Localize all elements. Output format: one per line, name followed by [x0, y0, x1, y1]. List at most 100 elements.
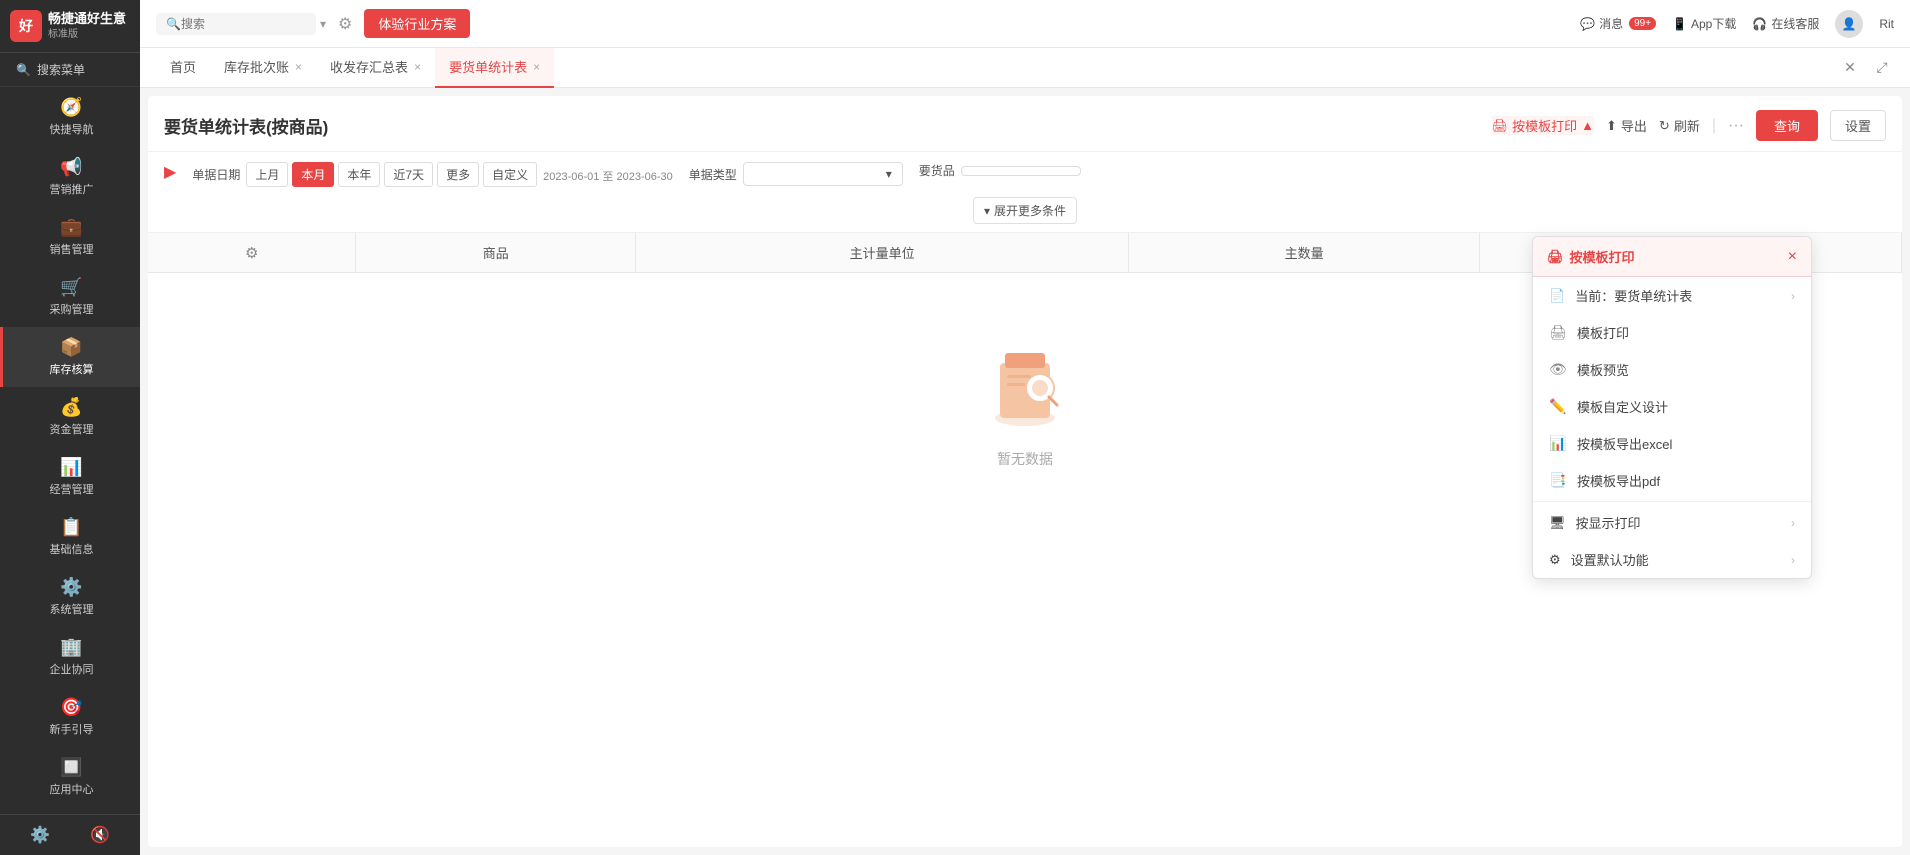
newuser-nav-label: 新手引导	[50, 721, 94, 737]
purchase-nav-label: 采购管理	[50, 301, 94, 317]
date-btn-last7[interactable]: 近7天	[384, 162, 433, 187]
search-icon: 🔍	[166, 17, 181, 31]
set-default-icon: ⚙	[1549, 552, 1561, 568]
demand-goods-filter: 要货品	[919, 162, 1081, 179]
table-settings-icon[interactable]: ⚙	[245, 245, 258, 262]
dropdown-item-current[interactable]: 📄 当前：要货单统计表 ›	[1533, 277, 1811, 314]
print-dropdown-header: 🖨 按模板打印 ×	[1533, 237, 1811, 277]
tab-batch[interactable]: 库存批次账 ×	[210, 48, 316, 88]
dropdown-item-template-design[interactable]: ✏️ 模板自定义设计	[1533, 388, 1811, 425]
settings-bottom-icon[interactable]: ⚙️	[30, 825, 50, 845]
sidebar-search[interactable]: 🔍 搜索菜单	[0, 53, 140, 87]
logo-icon: 好	[10, 10, 42, 42]
app-name: 畅捷通好生意	[48, 11, 126, 28]
app-download-item[interactable]: 📱 App下载	[1672, 15, 1736, 32]
appcenter-nav-label: 应用中心	[50, 781, 94, 797]
print-dropdown-close-btn[interactable]: ×	[1788, 248, 1797, 266]
sales-nav-label: 销售管理	[50, 241, 94, 257]
sidebar-item-basics[interactable]: 📋 基础信息	[0, 507, 140, 567]
query-button[interactable]: 查询	[1756, 110, 1818, 141]
filter-collapse-icon[interactable]: ▶	[164, 162, 176, 182]
quicknav-nav-label: 快捷导航	[50, 121, 94, 137]
marketing-nav-icon: 📢	[60, 157, 82, 178]
expand-filter-btn[interactable]: ▾ 展开更多条件	[973, 197, 1077, 224]
sidebar-item-newuser[interactable]: 🎯 新手引导	[0, 687, 140, 747]
demand-goods-label: 要货品	[919, 162, 955, 179]
finance-nav-icon: 💰	[60, 397, 82, 418]
sidebar-item-system[interactable]: ⚙️ 系统管理	[0, 567, 140, 627]
display-print-label: 按显示打印	[1576, 513, 1641, 532]
empty-text: 暂无数据	[997, 449, 1053, 469]
print-dropdown: 🖨 按模板打印 × 📄 当前：要货单统计表 › 🖨 模板打印 👁 模板预览	[1532, 236, 1812, 579]
dropdown-divider	[1533, 501, 1811, 502]
header-search-dropdown[interactable]: ▾	[320, 17, 326, 31]
demand-goods-select[interactable]	[961, 166, 1081, 176]
enterprise-nav-label: 企业协同	[50, 661, 94, 677]
dropdown-item-display-print[interactable]: 🖥 按显示打印 ›	[1533, 504, 1811, 541]
filter-section: ▶ 单据日期 上月本月本年近7天更多自定义 2023-06-01 至 2023-…	[148, 152, 1902, 193]
sidebar-item-sales[interactable]: 💼 销售管理	[0, 207, 140, 267]
sidebar-item-weixin[interactable]: 💬 企业微信	[0, 807, 140, 814]
print-button[interactable]: 🖨 按模板打印 ▲	[1492, 116, 1594, 135]
service-icon: 🎧	[1752, 17, 1767, 31]
sidebar-item-enterprise[interactable]: 🏢 企业协同	[0, 627, 140, 687]
sidebar-item-finance[interactable]: 💰 资金管理	[0, 387, 140, 447]
close-window-btn[interactable]: ✕	[1838, 56, 1862, 80]
date-filter: 单据日期 上月本月本年近7天更多自定义 2023-06-01 至 2023-06…	[192, 162, 672, 187]
sidebar-item-purchase[interactable]: 🛒 采购管理	[0, 267, 140, 327]
tab-close-batch[interactable]: ×	[295, 60, 302, 74]
export-excel-icon: 📊	[1549, 435, 1567, 452]
sidebar-item-marketing[interactable]: 📢 营销推广	[0, 147, 140, 207]
date-btn-last_month[interactable]: 上月	[246, 162, 288, 187]
sidebar-item-inventory[interactable]: 📦 库存核算	[0, 327, 140, 387]
maximize-window-btn[interactable]: ⤢	[1870, 56, 1894, 80]
refresh-button[interactable]: ↻ 刷新	[1659, 116, 1700, 135]
online-service-item[interactable]: 🎧 在线客服	[1752, 15, 1819, 32]
order-type-select[interactable]: ▾	[743, 162, 903, 186]
set-default-label: 设置默认功能	[1571, 550, 1649, 569]
mute-bottom-icon[interactable]: 🔇	[90, 825, 110, 845]
current-item-arrow: ›	[1791, 289, 1795, 303]
template-preview-label: 模板预览	[1577, 360, 1629, 379]
tab-label-batch: 库存批次账	[224, 57, 289, 76]
date-btn-more[interactable]: 更多	[437, 162, 479, 187]
sales-nav-icon: 💼	[60, 217, 82, 238]
sidebar-item-ops[interactable]: 📊 经营管理	[0, 447, 140, 507]
refresh-label: 刷新	[1674, 116, 1700, 135]
date-btn-custom[interactable]: 自定义	[483, 162, 537, 187]
dropdown-item-template-preview[interactable]: 👁 模板预览	[1533, 351, 1811, 388]
tab-demand_stats[interactable]: 要货单统计表×	[435, 48, 554, 88]
tab-receipt_summary[interactable]: 收发存汇总表 ×	[316, 48, 435, 88]
tab-close-demand_stats[interactable]: ×	[533, 60, 540, 74]
dropdown-item-export-pdf[interactable]: 📑 按模板导出pdf	[1533, 462, 1811, 499]
sidebar: 好 畅捷通好生意 标准版 🔍 搜索菜单 🧭 快捷导航 📢 营销推广 💼 销售管理…	[0, 0, 140, 855]
more-actions-icon[interactable]: ···	[1728, 117, 1744, 135]
inventory-nav-label: 库存核算	[50, 361, 94, 377]
sidebar-item-appcenter[interactable]: 🔲 应用中心	[0, 747, 140, 807]
trial-button[interactable]: 体验行业方案	[364, 9, 470, 38]
tab-close-receipt_summary[interactable]: ×	[414, 60, 421, 74]
header-search-box[interactable]: 🔍	[156, 13, 316, 35]
tab-label-home: 首页	[170, 57, 196, 76]
tab-home[interactable]: 首页	[156, 48, 210, 88]
settings-button[interactable]: 设置	[1830, 110, 1886, 141]
message-icon: 💬	[1580, 17, 1595, 31]
avatar[interactable]: 👤	[1835, 10, 1863, 38]
system-nav-label: 系统管理	[50, 601, 94, 617]
message-item[interactable]: 💬 消息 99+	[1580, 15, 1656, 32]
page-title: 要货单统计表(按商品)	[164, 113, 328, 138]
sidebar-nav: 🧭 快捷导航 📢 营销推广 💼 销售管理 🛒 采购管理 📦 库存核算 💰 资金管…	[0, 87, 140, 814]
tab-label-receipt_summary: 收发存汇总表	[330, 57, 408, 76]
empty-icon	[975, 333, 1075, 433]
header-search-input[interactable]	[181, 17, 281, 31]
expand-label: 展开更多条件	[994, 202, 1066, 219]
header-settings-icon[interactable]: ⚙	[338, 14, 352, 34]
dropdown-item-template-print[interactable]: 🖨 模板打印	[1533, 314, 1811, 351]
export-button[interactable]: ⬆ 导出	[1606, 116, 1647, 135]
date-btn-this_month[interactable]: 本月	[292, 162, 334, 187]
dropdown-item-set-default[interactable]: ⚙ 设置默认功能 ›	[1533, 541, 1811, 578]
date-btn-this_year[interactable]: 本年	[338, 162, 380, 187]
table-header-settings: ⚙	[148, 233, 356, 273]
sidebar-item-quicknav[interactable]: 🧭 快捷导航	[0, 87, 140, 147]
dropdown-item-export-excel[interactable]: 📊 按模板导出excel	[1533, 425, 1811, 462]
